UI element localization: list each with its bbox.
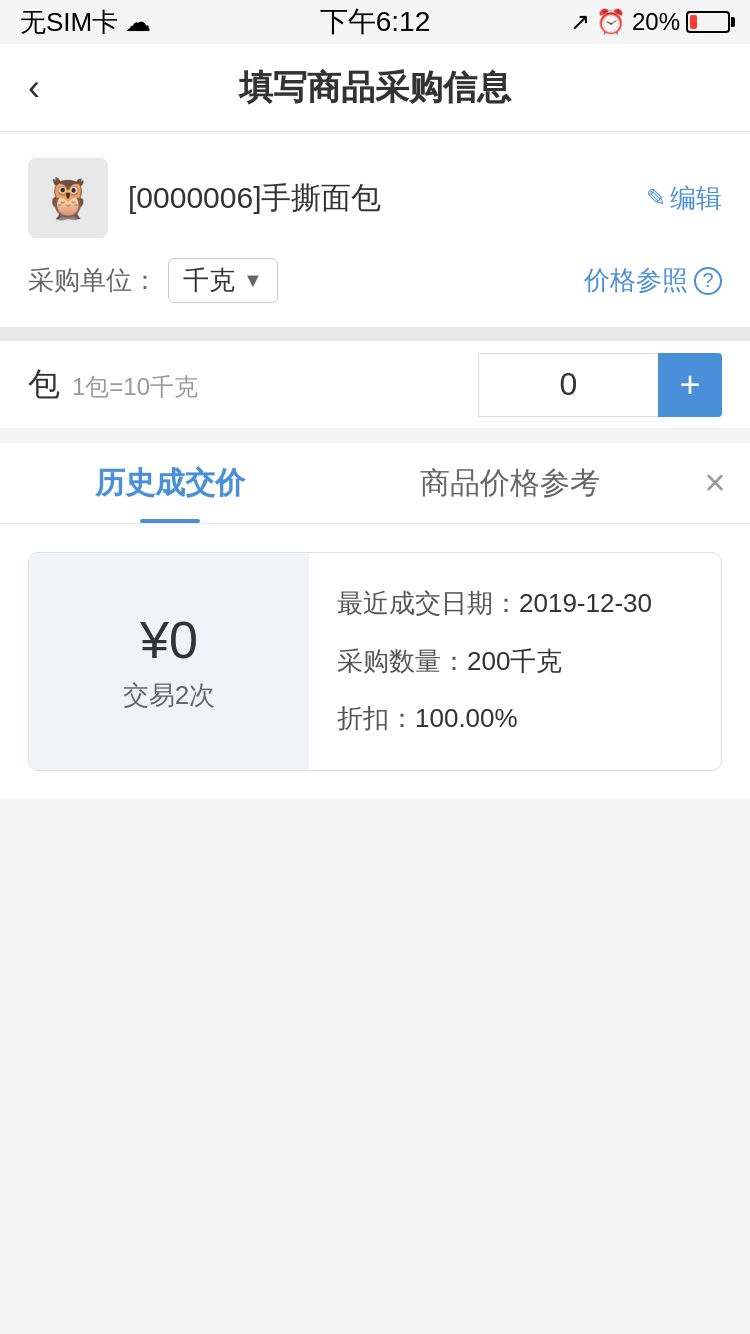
product-image: 🦉 <box>28 158 108 238</box>
price-detail-quantity: 采购数量：200千克 <box>337 641 693 683</box>
product-header: 🦉 [0000006]手撕面包 ✎ 编辑 <box>28 158 722 238</box>
price-ref-help-icon: ? <box>694 267 722 295</box>
nav-bar: ‹ 填写商品采购信息 <box>0 44 750 132</box>
battery-icon <box>686 11 730 33</box>
status-bar: 无SIM卡 ☁ 下午6:12 ↗ ⏰ 20% <box>0 0 750 44</box>
price-card-left: ¥0 交易2次 <box>29 553 309 770</box>
status-signal: 无SIM卡 ☁ <box>20 5 151 40</box>
tab-price-reference[interactable]: 商品价格参考 <box>340 443 680 523</box>
unit-select[interactable]: 千克 ▼ <box>168 258 278 303</box>
tab-close-button[interactable]: × <box>680 443 750 523</box>
quantity-row: 包 1包=10千克 0 + <box>0 341 750 429</box>
tab-history-price[interactable]: 历史成交价 <box>0 443 340 523</box>
battery-percent: 20% <box>632 8 680 36</box>
quantity-unit-main: 包 <box>28 363 60 407</box>
section-divider <box>0 327 750 341</box>
main-content <box>0 799 750 1334</box>
product-left: 🦉 [0000006]手撕面包 <box>28 158 381 238</box>
price-detail-date: 最近成交日期：2019-12-30 <box>337 583 693 625</box>
quantity-unit-sub: 1包=10千克 <box>72 371 198 403</box>
product-name: [0000006]手撕面包 <box>128 178 381 219</box>
quantity-input-group: 0 + <box>478 353 722 417</box>
quantity-label-group: 包 1包=10千克 <box>28 363 198 407</box>
edit-icon: ✎ <box>646 184 666 212</box>
quantity-plus-button[interactable]: + <box>658 353 722 417</box>
status-right: ↗ ⏰ 20% <box>570 8 730 36</box>
back-button[interactable]: ‹ <box>28 67 40 109</box>
unit-selector-group: 采购单位： 千克 ▼ <box>28 258 278 303</box>
tab-section: 历史成交价 商品价格参考 × ¥0 交易2次 最近成交日期：2019-12-30… <box>0 443 750 799</box>
status-time: 下午6:12 <box>320 3 431 41</box>
location-icon: ↗ <box>570 8 590 36</box>
price-detail-discount: 折扣：100.00% <box>337 698 693 740</box>
price-amount: ¥0 <box>140 610 198 670</box>
unit-arrow-icon: ▼ <box>243 269 263 292</box>
tab-bar: 历史成交价 商品价格参考 × <box>0 443 750 524</box>
alarm-icon: ⏰ <box>596 8 626 36</box>
price-cards-container: ¥0 交易2次 最近成交日期：2019-12-30 采购数量：200千克 折扣：… <box>0 524 750 799</box>
price-trades: 交易2次 <box>123 678 215 713</box>
price-ref-button[interactable]: 价格参照 ? <box>584 263 722 298</box>
battery-fill <box>690 15 697 29</box>
unit-label: 采购单位： <box>28 263 158 298</box>
price-card: ¥0 交易2次 最近成交日期：2019-12-30 采购数量：200千克 折扣：… <box>28 552 722 771</box>
product-logo: 🦉 <box>43 175 93 222</box>
page-title: 填写商品采购信息 <box>239 65 511 111</box>
quantity-input[interactable]: 0 <box>478 353 658 417</box>
price-card-right: 最近成交日期：2019-12-30 采购数量：200千克 折扣：100.00% <box>309 553 721 770</box>
edit-button[interactable]: ✎ 编辑 <box>646 181 722 216</box>
product-unit-row: 采购单位： 千克 ▼ 价格参照 ? <box>28 258 722 303</box>
product-card: 🦉 [0000006]手撕面包 ✎ 编辑 采购单位： 千克 ▼ 价格参照 ? <box>0 134 750 327</box>
